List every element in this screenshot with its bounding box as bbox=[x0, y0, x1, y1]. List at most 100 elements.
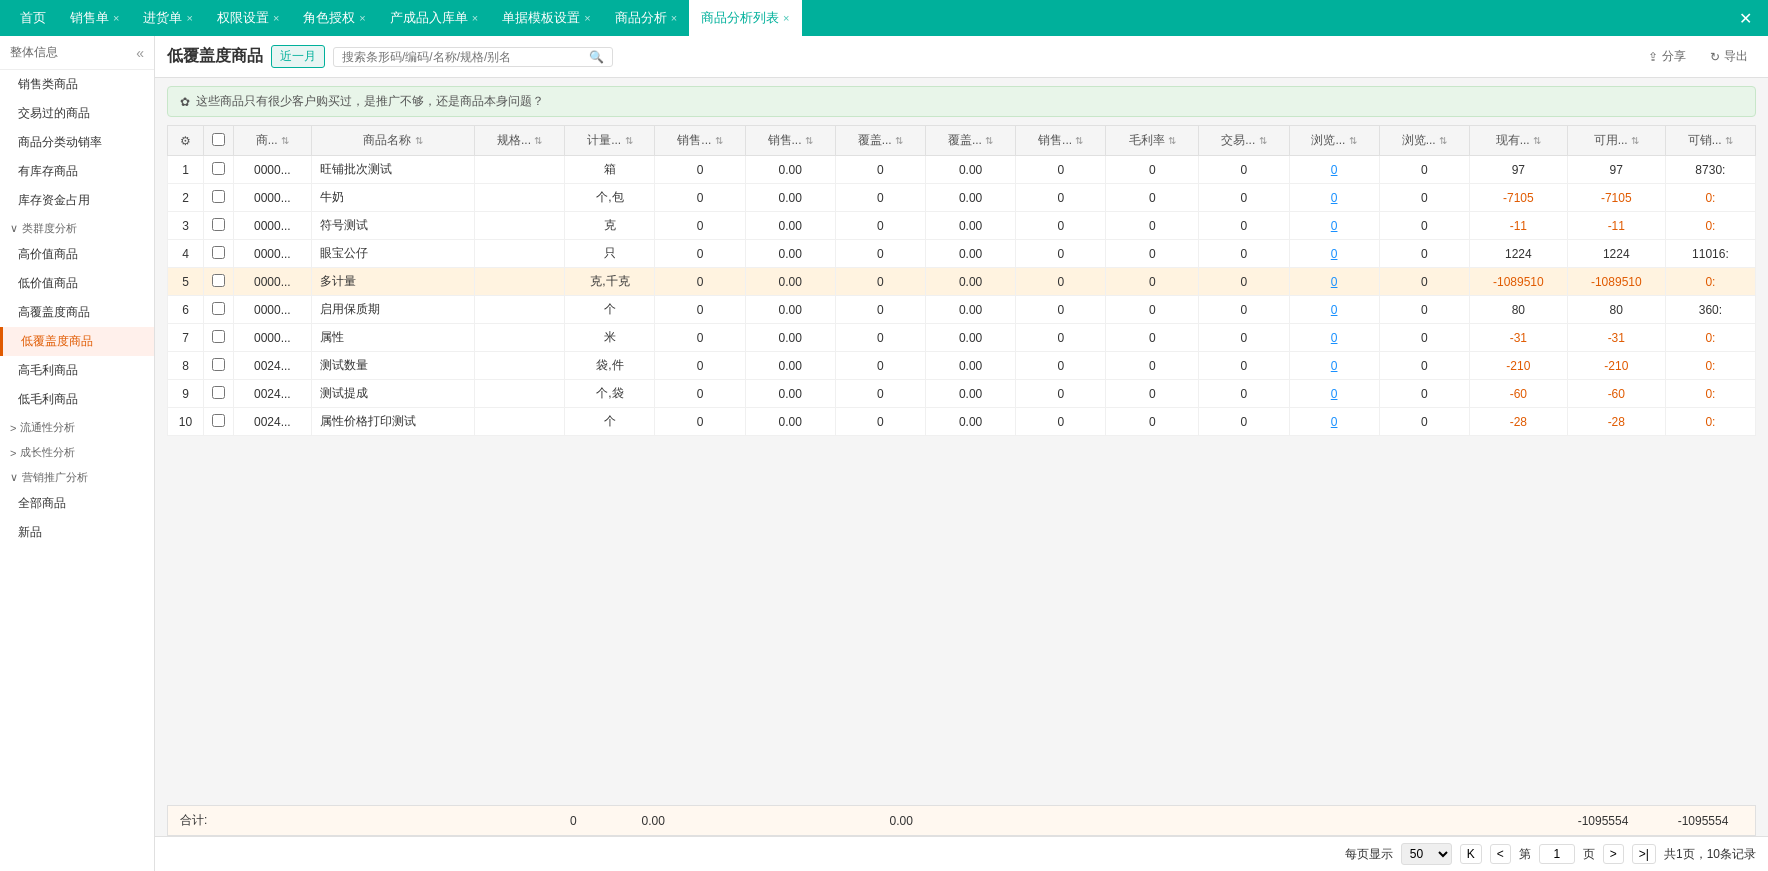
col-gross-rate[interactable]: 毛利率 ⇅ bbox=[1106, 126, 1199, 156]
nav-analysis[interactable]: 商品分析 × bbox=[603, 0, 689, 36]
sidebar-section-growth[interactable]: > 成长性分析 bbox=[0, 439, 154, 464]
cell-spec bbox=[475, 324, 565, 352]
col-current[interactable]: 现有... ⇅ bbox=[1469, 126, 1567, 156]
cell-cover1: 0 bbox=[835, 324, 925, 352]
last-page-button[interactable]: >| bbox=[1632, 844, 1656, 864]
cell-browse1[interactable]: 0 bbox=[1289, 296, 1379, 324]
footer-total: 合计: 0 0.00 0.00 -1095554 -1095554 bbox=[167, 805, 1756, 836]
sidebar-item-category-rate[interactable]: 商品分类动销率 bbox=[0, 128, 154, 157]
col-cover2[interactable]: 覆盖... ⇅ bbox=[925, 126, 1015, 156]
cell-sales3: 0 bbox=[1016, 296, 1106, 324]
cell-name: 多计量 bbox=[311, 268, 474, 296]
nav-home[interactable]: 首页 bbox=[8, 0, 58, 36]
nav-production[interactable]: 产成品入库单 × bbox=[378, 0, 490, 36]
sidebar-item-all-products[interactable]: 全部商品 bbox=[0, 489, 154, 518]
sidebar-item-low-value[interactable]: 低价值商品 bbox=[0, 269, 154, 298]
cell-browse1[interactable]: 0 bbox=[1289, 184, 1379, 212]
cell-checkbox[interactable] bbox=[204, 212, 234, 240]
col-checkbox[interactable] bbox=[204, 126, 234, 156]
cell-checkbox[interactable] bbox=[204, 184, 234, 212]
sidebar-item-high-value[interactable]: 高价值商品 bbox=[0, 240, 154, 269]
cell-cover1: 0 bbox=[835, 240, 925, 268]
total-sales-qty: 0 bbox=[543, 814, 603, 828]
col-spec[interactable]: 规格... ⇅ bbox=[475, 126, 565, 156]
cell-code: 0000... bbox=[234, 324, 312, 352]
nav-sales-close[interactable]: × bbox=[113, 12, 119, 24]
cell-browse1[interactable]: 0 bbox=[1289, 380, 1379, 408]
nav-purchase-close[interactable]: × bbox=[186, 12, 192, 24]
nav-template[interactable]: 单据模板设置 × bbox=[490, 0, 602, 36]
sidebar-section-marketing[interactable]: ∨ 营销推广分析 bbox=[0, 464, 154, 489]
cell-unit: 个 bbox=[565, 408, 655, 436]
col-browse2[interactable]: 浏览... ⇅ bbox=[1379, 126, 1469, 156]
export-button[interactable]: ↻ 导出 bbox=[1702, 44, 1756, 69]
cell-checkbox[interactable] bbox=[204, 156, 234, 184]
sidebar-item-high-coverage[interactable]: 高覆盖度商品 bbox=[0, 298, 154, 327]
next-page-button[interactable]: > bbox=[1603, 844, 1624, 864]
filter-period-button[interactable]: 近一月 bbox=[271, 45, 325, 68]
cell-trans: 0 bbox=[1199, 156, 1289, 184]
table-container[interactable]: ⚙ 商... ⇅ 商品名称 ⇅ 规格... ⇅ 计量... ⇅ 销售... ⇅ … bbox=[167, 125, 1756, 805]
cell-browse1[interactable]: 0 bbox=[1289, 240, 1379, 268]
nav-template-close[interactable]: × bbox=[584, 12, 590, 24]
col-sales3[interactable]: 销售... ⇅ bbox=[1016, 126, 1106, 156]
col-unit[interactable]: 计量... ⇅ bbox=[565, 126, 655, 156]
info-icon: ✿ bbox=[180, 95, 190, 109]
col-sellable[interactable]: 可销... ⇅ bbox=[1665, 126, 1755, 156]
nav-analysis-list-close[interactable]: × bbox=[783, 12, 789, 24]
per-page-select[interactable]: 50 100 200 bbox=[1401, 843, 1452, 865]
share-button[interactable]: ⇪ 分享 bbox=[1640, 44, 1694, 69]
cell-checkbox[interactable] bbox=[204, 408, 234, 436]
col-code[interactable]: 商... ⇅ bbox=[234, 126, 312, 156]
col-settings[interactable]: ⚙ bbox=[168, 126, 204, 156]
window-close-button[interactable]: ✕ bbox=[1731, 9, 1760, 28]
cell-sellable: 8730: bbox=[1665, 156, 1755, 184]
nav-permissions-close[interactable]: × bbox=[273, 12, 279, 24]
nav-roles[interactable]: 角色授权 × bbox=[291, 0, 377, 36]
cell-no: 2 bbox=[168, 184, 204, 212]
cell-browse1[interactable]: 0 bbox=[1289, 212, 1379, 240]
col-cover1[interactable]: 覆盖... ⇅ bbox=[835, 126, 925, 156]
nav-analysis-close[interactable]: × bbox=[671, 12, 677, 24]
nav-sales[interactable]: 销售单 × bbox=[58, 0, 131, 36]
col-name[interactable]: 商品名称 ⇅ bbox=[311, 126, 474, 156]
cell-checkbox[interactable] bbox=[204, 380, 234, 408]
col-browse1[interactable]: 浏览... ⇅ bbox=[1289, 126, 1379, 156]
nav-permissions[interactable]: 权限设置 × bbox=[205, 0, 291, 36]
cell-browse1[interactable]: 0 bbox=[1289, 156, 1379, 184]
sidebar-item-in-stock[interactable]: 有库存商品 bbox=[0, 157, 154, 186]
sidebar-section-circulation[interactable]: > 流通性分析 bbox=[0, 414, 154, 439]
cell-browse1[interactable]: 0 bbox=[1289, 268, 1379, 296]
cell-checkbox[interactable] bbox=[204, 268, 234, 296]
col-sales-qty[interactable]: 销售... ⇅ bbox=[655, 126, 745, 156]
cell-checkbox[interactable] bbox=[204, 240, 234, 268]
nav-roles-close[interactable]: × bbox=[359, 12, 365, 24]
sidebar-item-sales-products[interactable]: 销售类商品 bbox=[0, 70, 154, 99]
nav-analysis-list[interactable]: 商品分析列表 × bbox=[689, 0, 801, 36]
cell-checkbox[interactable] bbox=[204, 324, 234, 352]
col-available[interactable]: 可用... ⇅ bbox=[1567, 126, 1665, 156]
sidebar-section-cluster[interactable]: ∨ 类群度分析 bbox=[0, 215, 154, 240]
sidebar-item-low-profit[interactable]: 低毛利商品 bbox=[0, 385, 154, 414]
col-trans[interactable]: 交易... ⇅ bbox=[1199, 126, 1289, 156]
cell-checkbox[interactable] bbox=[204, 296, 234, 324]
sidebar-collapse-button[interactable]: « bbox=[136, 45, 144, 61]
sidebar-item-low-coverage[interactable]: 低覆盖度商品 bbox=[0, 327, 154, 356]
col-sales-amt[interactable]: 销售... ⇅ bbox=[745, 126, 835, 156]
sidebar-item-new-products[interactable]: 新品 bbox=[0, 518, 154, 547]
sidebar-item-traded[interactable]: 交易过的商品 bbox=[0, 99, 154, 128]
sidebar-title: 整体信息 bbox=[10, 44, 58, 61]
first-page-button[interactable]: K bbox=[1460, 844, 1482, 864]
select-all-checkbox[interactable] bbox=[212, 133, 225, 146]
cell-browse1[interactable]: 0 bbox=[1289, 408, 1379, 436]
cell-browse1[interactable]: 0 bbox=[1289, 324, 1379, 352]
page-number-input[interactable] bbox=[1539, 844, 1575, 864]
cell-browse1[interactable]: 0 bbox=[1289, 352, 1379, 380]
nav-purchase[interactable]: 进货单 × bbox=[131, 0, 204, 36]
sidebar-item-capital[interactable]: 库存资金占用 bbox=[0, 186, 154, 215]
cell-checkbox[interactable] bbox=[204, 352, 234, 380]
search-input[interactable] bbox=[342, 50, 589, 64]
nav-production-close[interactable]: × bbox=[472, 12, 478, 24]
prev-page-button[interactable]: < bbox=[1490, 844, 1511, 864]
sidebar-item-high-profit[interactable]: 高毛利商品 bbox=[0, 356, 154, 385]
